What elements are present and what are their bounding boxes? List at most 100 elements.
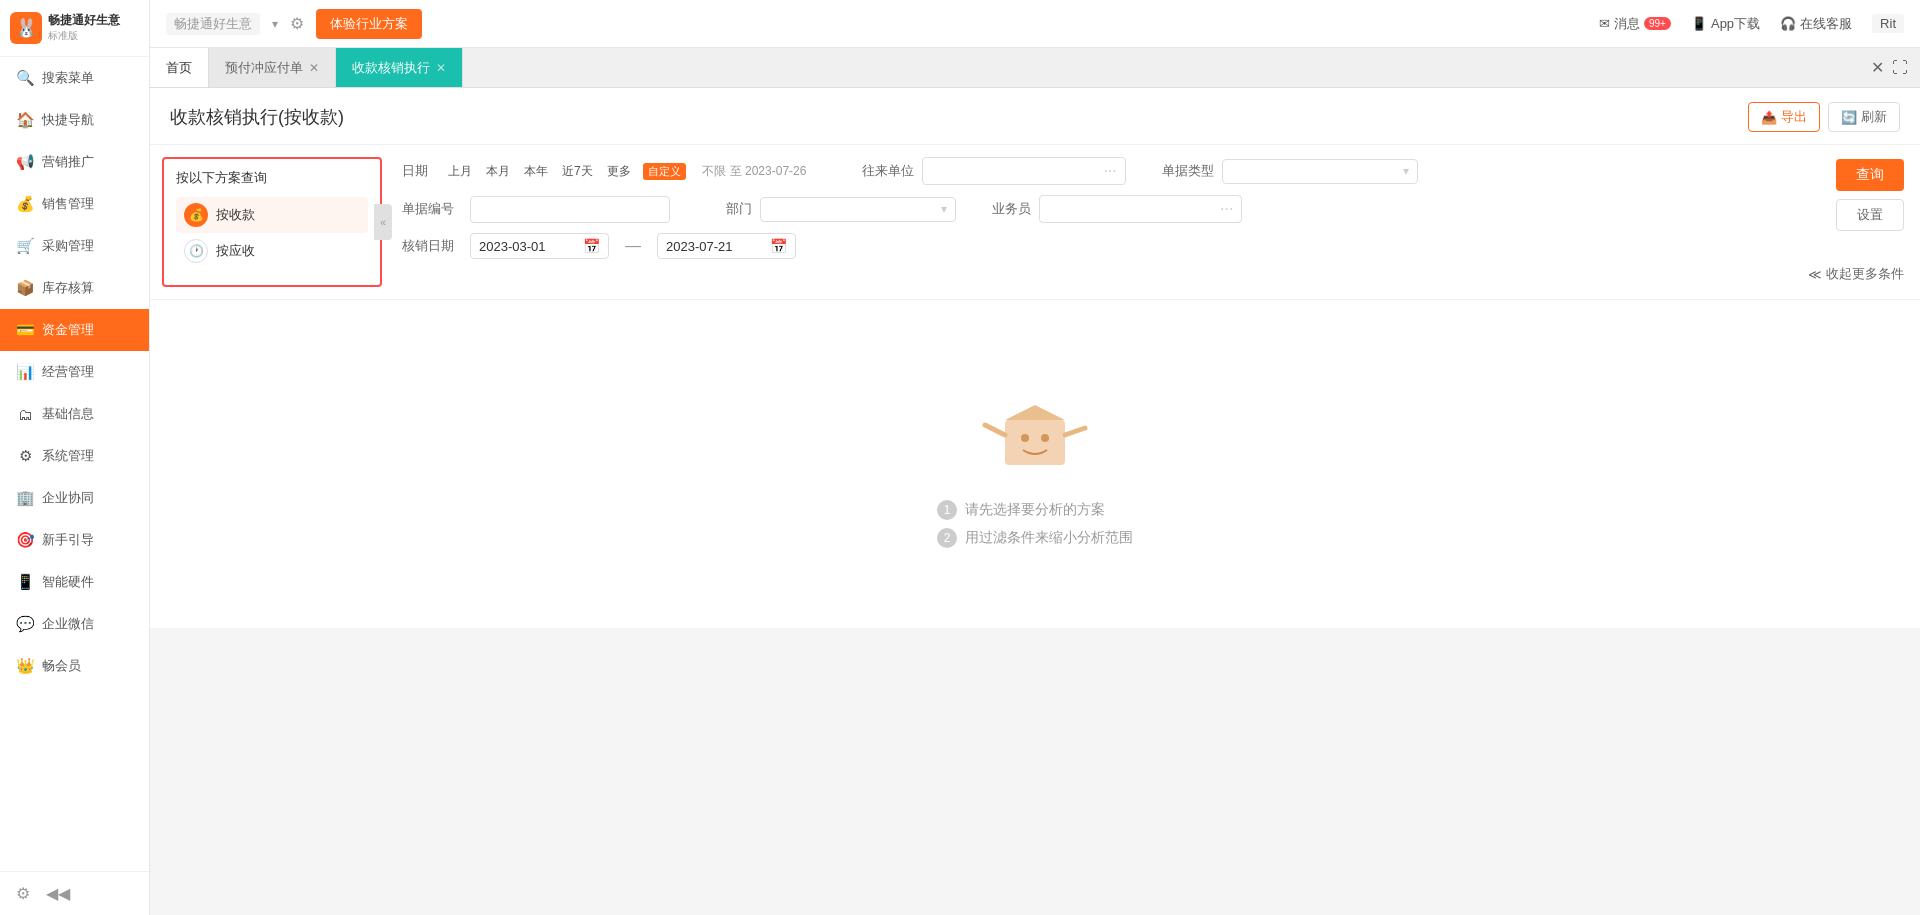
counterpart-field[interactable] [931, 164, 1099, 179]
settings-btn[interactable]: 设置 [1836, 199, 1904, 231]
message-btn[interactable]: ✉ 消息 99+ [1599, 15, 1671, 33]
sidebar-label-marketing: 营销推广 [42, 153, 94, 171]
sidebar-item-marketing[interactable]: 📢 营销推广 [0, 141, 149, 183]
sidebar-label-operations: 经营管理 [42, 363, 94, 381]
empty-svg [975, 380, 1095, 480]
collapse-more-icon: ≪ [1808, 267, 1822, 282]
date-last-month[interactable]: 上月 [444, 161, 476, 182]
tab-expand-btn[interactable]: ⛶ [1892, 59, 1908, 77]
empty-illustration [975, 380, 1095, 480]
member-icon: 👑 [16, 657, 34, 675]
service-icon: 🎧 [1780, 16, 1796, 31]
marketing-icon: 📢 [16, 153, 34, 171]
tabbar: 首页 预付冲应付单 ✕ 收款核销执行 ✕ ✕ ⛶ [150, 48, 1920, 88]
counterpart-label: 往来单位 [862, 162, 914, 180]
sidebar-label-funds: 资金管理 [42, 321, 94, 339]
sidebar-label-sales: 销售管理 [42, 195, 94, 213]
tab-prepay-close[interactable]: ✕ [309, 61, 319, 75]
dept-select[interactable]: ▾ [760, 197, 956, 222]
sidebar-item-quick-nav[interactable]: 🏠 快捷导航 [0, 99, 149, 141]
date-custom-tag: 自定义 [643, 163, 686, 180]
tab-close-all-btn[interactable]: ✕ [1871, 58, 1884, 77]
sidebar-nav: 🔍 搜索菜单 🏠 快捷导航 📢 营销推广 💰 销售管理 🛒 采购管理 📦 库存核… [0, 57, 149, 871]
date-more[interactable]: 更多 [603, 161, 635, 182]
quick-nav-icon: 🏠 [16, 111, 34, 129]
cal-end-icon[interactable]: 📅 [770, 238, 787, 254]
settings-icon[interactable]: ⚙ [16, 884, 30, 903]
counterpart-input[interactable]: ··· [922, 157, 1125, 185]
verify-date-label: 核销日期 [402, 237, 454, 255]
cal-start-icon[interactable]: 📅 [583, 238, 600, 254]
dept-arrow-icon: ▾ [941, 202, 947, 216]
salesman-label: 业务员 [992, 200, 1031, 218]
sidebar-item-inventory[interactable]: 📦 库存核算 [0, 267, 149, 309]
sidebar-item-guide[interactable]: 🎯 新手引导 [0, 519, 149, 561]
sidebar-item-smart-hw[interactable]: 📱 智能硬件 [0, 561, 149, 603]
date-this-year[interactable]: 本年 [520, 161, 552, 182]
sales-icon: 💰 [16, 195, 34, 213]
message-label: 消息 [1614, 15, 1640, 33]
query-by-receivable[interactable]: 🕐 按应收 [176, 233, 368, 269]
sidebar-item-member[interactable]: 👑 畅会员 [0, 645, 149, 687]
query-by-receipt[interactable]: 💰 按收款 [176, 197, 368, 233]
guide-icon: 🎯 [16, 531, 34, 549]
collapse-panel-btn[interactable]: « [374, 204, 392, 240]
sidebar-item-system[interactable]: ⚙ 系统管理 [0, 435, 149, 477]
sidebar: 🐰 畅捷通好生意 标准版 🔍 搜索菜单 🏠 快捷导航 📢 营销推广 💰 销售管理… [0, 0, 150, 915]
empty-state: 1 请先选择要分析的方案 2 用过滤条件来缩小分析范围 [150, 300, 1920, 628]
topbar-brand: 畅捷通好生意 [166, 13, 260, 35]
export-btn[interactable]: 📤 导出 [1748, 102, 1820, 132]
sidebar-item-operations[interactable]: 📊 经营管理 [0, 351, 149, 393]
doc-type-field[interactable] [1231, 164, 1399, 179]
topbar-gear-icon[interactable]: ⚙ [290, 14, 304, 33]
collapse-sidebar-icon[interactable]: ◀◀ [46, 884, 70, 903]
sidebar-item-enterprise[interactable]: 🏢 企业协同 [0, 477, 149, 519]
sidebar-footer: ⚙ ◀◀ [0, 871, 149, 915]
refresh-btn[interactable]: 🔄 刷新 [1828, 102, 1900, 132]
verify-date-end-wrap[interactable]: 📅 [657, 233, 796, 259]
tab-prepay[interactable]: 预付冲应付单 ✕ [209, 48, 336, 87]
date-this-month[interactable]: 本月 [482, 161, 514, 182]
topbar-chevron-icon[interactable]: ▾ [272, 17, 278, 31]
tab-home[interactable]: 首页 [150, 48, 209, 87]
refresh-icon: 🔄 [1841, 110, 1857, 125]
online-service-btn[interactable]: 🎧 在线客服 [1780, 15, 1852, 33]
tab-receipt[interactable]: 收款核销执行 ✕ [336, 48, 463, 87]
counterpart-more-icon[interactable]: ··· [1103, 162, 1116, 180]
search-icon: 🔍 [16, 69, 34, 87]
sidebar-label-guide: 新手引导 [42, 531, 94, 549]
query-btn-group: 查询 设置 [1836, 159, 1920, 231]
svg-rect-0 [1005, 420, 1065, 465]
sidebar-label-wecom: 企业微信 [42, 615, 94, 633]
dept-label: 部门 [726, 200, 752, 218]
sidebar-item-sales[interactable]: 💰 销售管理 [0, 183, 149, 225]
svg-point-1 [1021, 434, 1029, 442]
date-7days[interactable]: 近7天 [558, 161, 597, 182]
verify-date-end[interactable] [666, 239, 766, 254]
dept-field[interactable] [769, 202, 937, 217]
filter-main: 日期 上月 本月 本年 近7天 更多 自定义 不 [394, 157, 1920, 259]
app-download-btn[interactable]: 📱 App下载 [1691, 15, 1760, 33]
salesman-more-icon[interactable]: ··· [1220, 200, 1233, 218]
doc-type-select[interactable]: ▾ [1222, 159, 1418, 184]
sidebar-item-search[interactable]: 🔍 搜索菜单 [0, 57, 149, 99]
sidebar-item-base-info[interactable]: 🗂 基础信息 [0, 393, 149, 435]
sidebar-item-wecom[interactable]: 💬 企业微信 [0, 603, 149, 645]
doc-no-input[interactable] [470, 196, 670, 223]
industry-btn[interactable]: 体验行业方案 [316, 9, 422, 39]
tab-receipt-close[interactable]: ✕ [436, 61, 446, 75]
collapse-more-btn[interactable]: ≪ 收起更多条件 [1808, 265, 1904, 283]
sidebar-item-funds[interactable]: 💳 资金管理 [0, 309, 149, 351]
sidebar-label-member: 畅会员 [42, 657, 81, 675]
date-dash: — [625, 237, 641, 255]
sidebar-item-purchase[interactable]: 🛒 采购管理 [0, 225, 149, 267]
query-btn[interactable]: 查询 [1836, 159, 1904, 191]
svg-line-3 [985, 425, 1005, 435]
salesman-field[interactable] [1048, 202, 1216, 217]
app-logo-icon: 🐰 [10, 12, 42, 44]
verify-date-start[interactable] [479, 239, 579, 254]
date-quick-selectors: 上月 本月 本年 近7天 更多 自定义 [444, 161, 686, 182]
verify-date-start-wrap[interactable]: 📅 [470, 233, 609, 259]
salesman-select[interactable]: ··· [1039, 195, 1242, 223]
smart-hw-icon: 📱 [16, 573, 34, 591]
